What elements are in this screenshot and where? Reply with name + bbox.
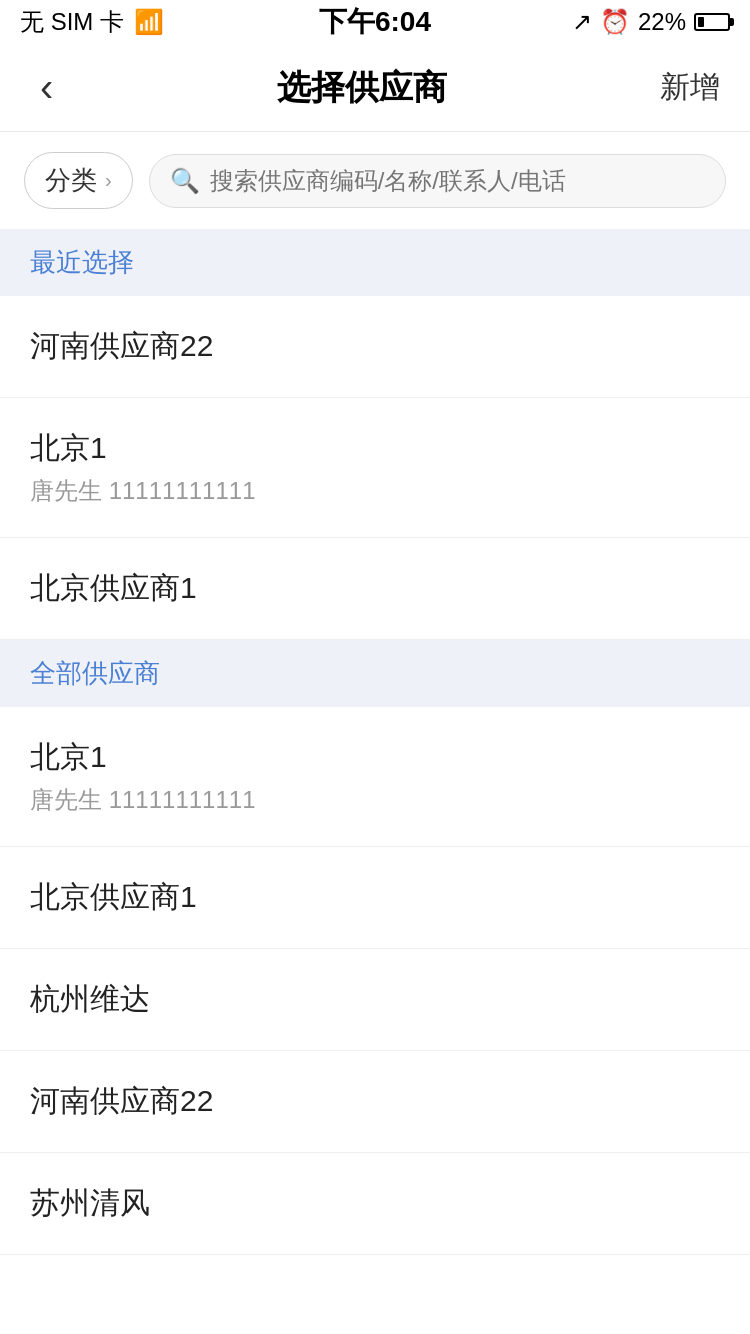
status-right: ↗ ⏰ 22% [572, 8, 730, 36]
list-item[interactable]: 北京1 唐先生 11111111111 [0, 398, 750, 538]
list-item[interactable]: 北京供应商1 [0, 847, 750, 949]
list-item[interactable]: 杭州维达 [0, 949, 750, 1051]
chevron-right-icon: › [105, 169, 112, 192]
item-name: 北京供应商1 [30, 568, 720, 609]
nav-bar: ‹ 选择供应商 新增 [0, 44, 750, 132]
category-button[interactable]: 分类 › [24, 152, 133, 209]
wifi-icon: 📶 [134, 8, 164, 36]
category-label: 分类 [45, 163, 97, 198]
list-item[interactable]: 苏州清风 [0, 1153, 750, 1255]
search-input[interactable] [210, 167, 705, 195]
back-button[interactable]: ‹ [30, 55, 63, 120]
item-sub: 唐先生 11111111111 [30, 475, 720, 507]
status-time: 下午6:04 [319, 3, 431, 41]
item-name: 河南供应商22 [30, 1081, 720, 1122]
all-suppliers-list: 北京1 唐先生 11111111111 北京供应商1 杭州维达 河南供应商22 … [0, 707, 750, 1255]
item-name: 北京1 [30, 737, 720, 778]
status-left: 无 SIM 卡 📶 [20, 6, 164, 38]
location-icon: ↗ [572, 8, 592, 36]
alarm-icon: ⏰ [600, 8, 630, 36]
item-name: 苏州清风 [30, 1183, 720, 1224]
filter-bar: 分类 › 🔍 [0, 132, 750, 229]
status-bar: 无 SIM 卡 📶 下午6:04 ↗ ⏰ 22% [0, 0, 750, 44]
battery-icon [694, 13, 730, 31]
all-section-title: 全部供应商 [30, 658, 160, 688]
recent-list: 河南供应商22 北京1 唐先生 11111111111 北京供应商1 [0, 296, 750, 640]
list-item[interactable]: 北京供应商1 [0, 538, 750, 640]
list-item[interactable]: 北京1 唐先生 11111111111 [0, 707, 750, 847]
add-button[interactable]: 新增 [660, 67, 720, 108]
search-icon: 🔍 [170, 167, 200, 195]
item-name: 杭州维达 [30, 979, 720, 1020]
recent-section-header: 最近选择 [0, 229, 750, 296]
search-box[interactable]: 🔍 [149, 154, 726, 208]
item-sub: 唐先生 11111111111 [30, 784, 720, 816]
item-name: 北京1 [30, 428, 720, 469]
page-title: 选择供应商 [277, 65, 447, 111]
list-item[interactable]: 河南供应商22 [0, 296, 750, 398]
item-name: 北京供应商1 [30, 877, 720, 918]
recent-section-title: 最近选择 [30, 247, 134, 277]
list-item[interactable]: 河南供应商22 [0, 1051, 750, 1153]
no-sim-text: 无 SIM 卡 [20, 6, 124, 38]
all-section-header: 全部供应商 [0, 640, 750, 707]
item-name: 河南供应商22 [30, 326, 720, 367]
battery-percent: 22% [638, 8, 686, 36]
